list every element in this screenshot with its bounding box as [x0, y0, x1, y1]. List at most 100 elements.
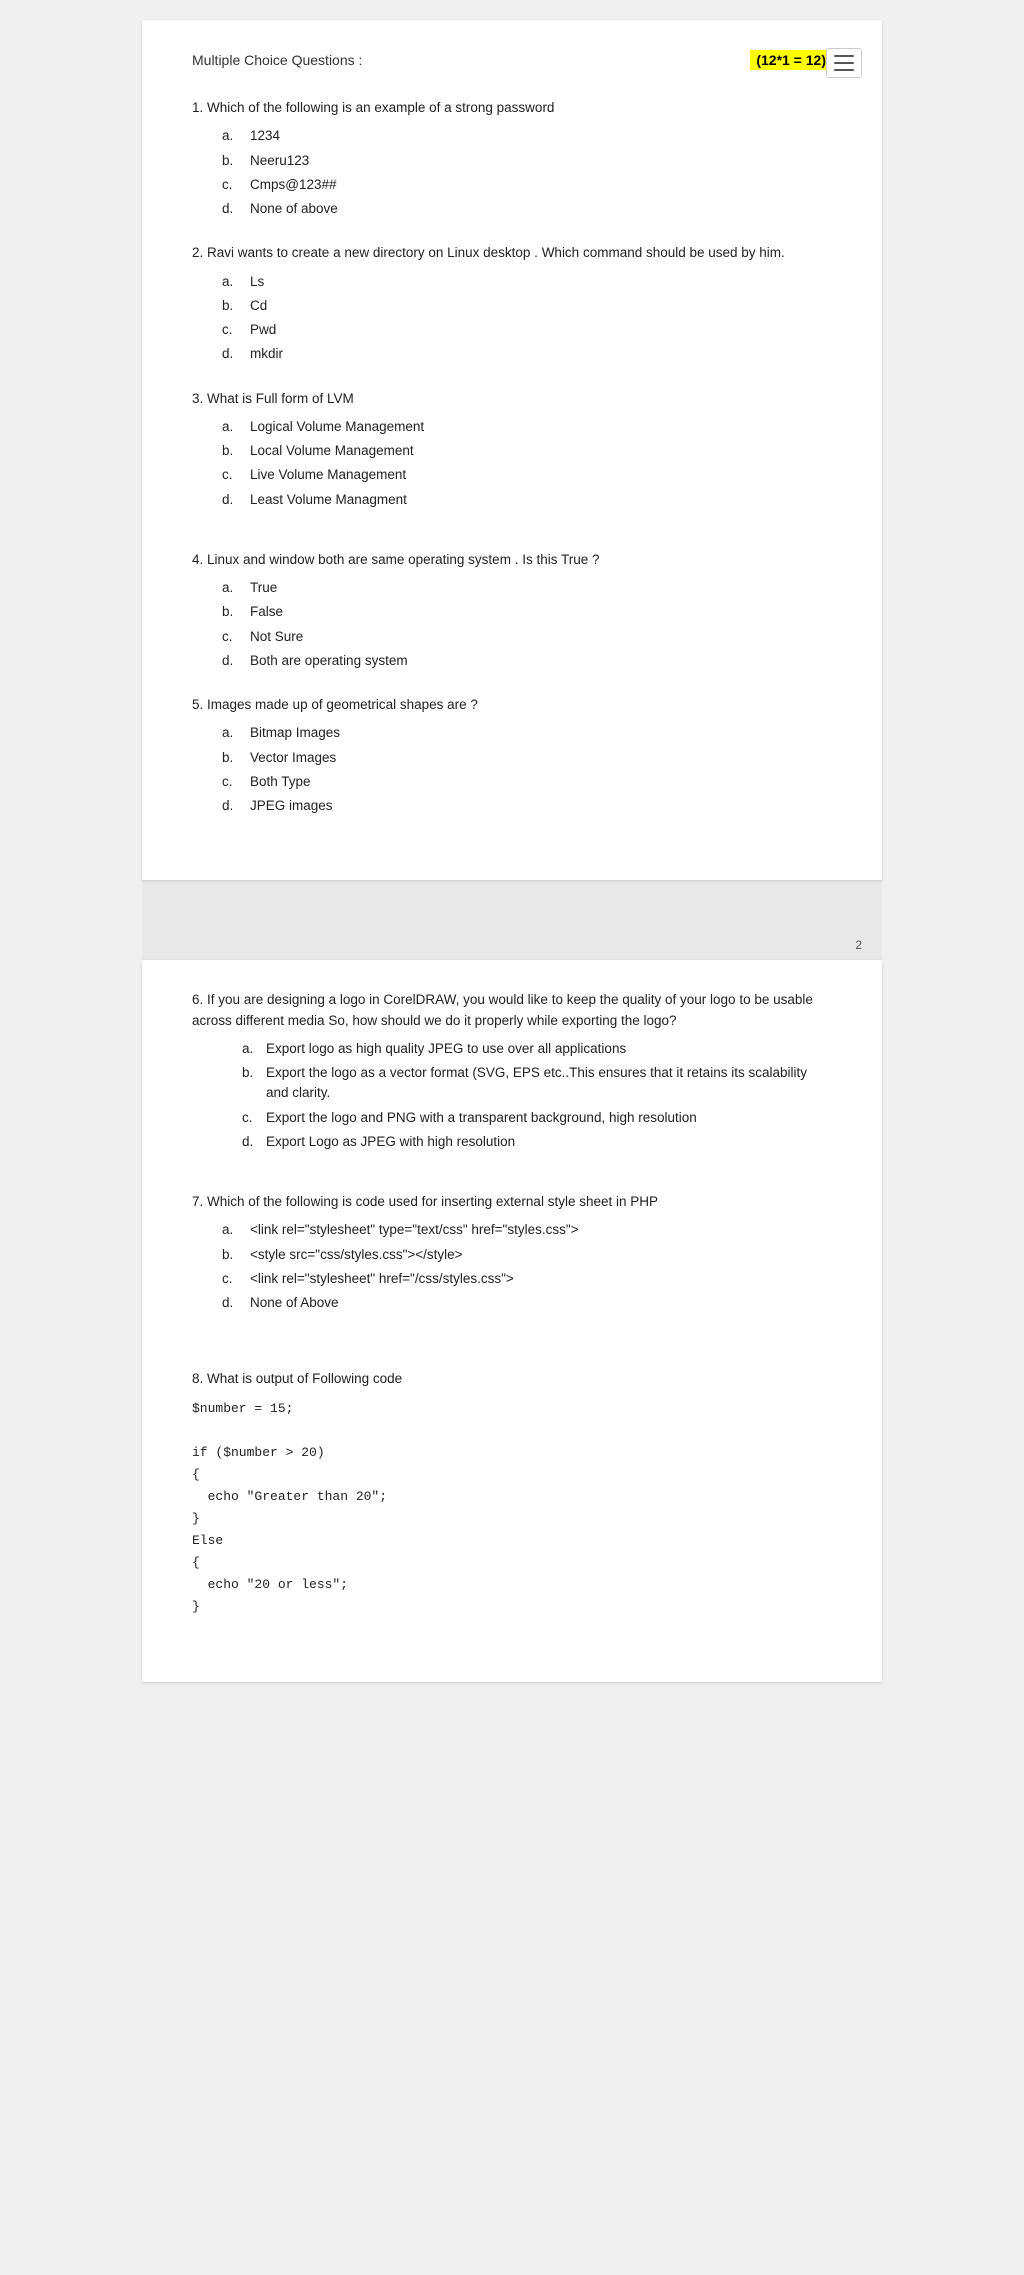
question-4-options: a. True b. False c. Not Sure d. Both are…: [192, 578, 832, 671]
option-text: mkdir: [250, 344, 283, 364]
question-5-text: 5. Images made up of geometrical shapes …: [192, 695, 832, 715]
question-3: 3. What is Full form of LVM a. Logical V…: [192, 389, 832, 510]
question-3-text: 3. What is Full form of LVM: [192, 389, 832, 409]
option-text: Logical Volume Management: [250, 417, 424, 437]
option-label: b.: [242, 1063, 258, 1104]
option-text: Neeru123: [250, 151, 309, 171]
option-label: a.: [222, 417, 238, 437]
question-5-options: a. Bitmap Images b. Vector Images c. Bot…: [192, 723, 832, 816]
page-1: Multiple Choice Questions : (12*1 = 12) …: [142, 20, 882, 880]
option-label: a.: [222, 578, 238, 598]
list-item: d. None of Above: [222, 1293, 832, 1313]
list-item: a. Export logo as high quality JPEG to u…: [242, 1039, 832, 1059]
question-4-text: 4. Linux and window both are same operat…: [192, 550, 832, 570]
list-item: c. Both Type: [222, 772, 832, 792]
question-1-number: 1.: [192, 100, 207, 115]
question-4-number: 4.: [192, 552, 207, 567]
question-8: 8. What is output of Following code $num…: [192, 1369, 832, 1618]
question-1: 1. Which of the following is an example …: [192, 98, 832, 219]
option-label: c.: [222, 465, 238, 485]
option-text: Least Volume Managment: [250, 490, 407, 510]
option-label: b.: [222, 748, 238, 768]
list-item: d. JPEG images: [222, 796, 832, 816]
list-item: d. Least Volume Managment: [222, 490, 832, 510]
list-item: b. Vector Images: [222, 748, 832, 768]
option-label: b.: [222, 602, 238, 622]
question-5-number: 5.: [192, 697, 207, 712]
list-item: c. <link rel="stylesheet" href="/css/sty…: [222, 1269, 832, 1289]
question-2-text: 2. Ravi wants to create a new directory …: [192, 243, 832, 263]
option-label: b.: [222, 441, 238, 461]
list-item: b. Export the logo as a vector format (S…: [242, 1063, 832, 1104]
option-label: b.: [222, 151, 238, 171]
option-label: d.: [222, 199, 238, 219]
option-text: True: [250, 578, 277, 598]
option-text: <style src="css/styles.css"></style>: [250, 1245, 463, 1265]
question-7-text: 7. Which of the following is code used f…: [192, 1192, 832, 1212]
option-label: c.: [222, 175, 238, 195]
option-text: <link rel="stylesheet" href="/css/styles…: [250, 1269, 514, 1289]
question-7: 7. Which of the following is code used f…: [192, 1192, 832, 1313]
option-label: c.: [222, 1269, 238, 1289]
list-item: a. <link rel="stylesheet" type="text/css…: [222, 1220, 832, 1240]
question-6: 6. If you are designing a logo in CorelD…: [192, 990, 832, 1152]
list-item: d. Export Logo as JPEG with high resolut…: [242, 1132, 832, 1152]
list-item: d. Both are operating system: [222, 651, 832, 671]
option-label: d.: [222, 651, 238, 671]
list-item: c. Live Volume Management: [222, 465, 832, 485]
question-3-number: 3.: [192, 391, 207, 406]
list-item: a. True: [222, 578, 832, 598]
option-text: Export Logo as JPEG with high resolution: [266, 1132, 515, 1152]
option-label: d.: [222, 490, 238, 510]
option-text: Vector Images: [250, 748, 336, 768]
option-text: Export the logo and PNG with a transpare…: [266, 1108, 697, 1128]
option-label: c.: [222, 627, 238, 647]
list-item: c. Export the logo and PNG with a transp…: [242, 1108, 832, 1128]
question-2-options: a. Ls b. Cd c. Pwd d. mkdir: [192, 272, 832, 365]
option-text: Both Type: [250, 772, 311, 792]
option-label: c.: [222, 320, 238, 340]
list-item: b. <style src="css/styles.css"></style>: [222, 1245, 832, 1265]
option-text: Not Sure: [250, 627, 303, 647]
list-item: a. 1234: [222, 126, 832, 146]
list-item: b. Cd: [222, 296, 832, 316]
option-text: Export logo as high quality JPEG to use …: [266, 1039, 626, 1059]
list-item: b. False: [222, 602, 832, 622]
option-text: JPEG images: [250, 796, 333, 816]
option-text: Cmps@123##: [250, 175, 337, 195]
option-label: a.: [222, 272, 238, 292]
list-item: c. Not Sure: [222, 627, 832, 647]
question-4: 4. Linux and window both are same operat…: [192, 550, 832, 671]
question-6-number: 6.: [192, 992, 207, 1007]
question-8-code: $number = 15; if ($number > 20) { echo "…: [192, 1398, 832, 1619]
list-item: a. Bitmap Images: [222, 723, 832, 743]
option-text: 1234: [250, 126, 280, 146]
header-title: Multiple Choice Questions :: [192, 52, 362, 68]
option-label: d.: [222, 1293, 238, 1313]
option-text: Export the logo as a vector format (SVG,…: [266, 1063, 832, 1104]
hamburger-line-2: [834, 62, 854, 64]
question-2-number: 2.: [192, 245, 207, 260]
list-item: c. Cmps@123##: [222, 175, 832, 195]
hamburger-line-1: [834, 55, 854, 57]
question-7-number: 7.: [192, 1194, 207, 1209]
list-item: a. Ls: [222, 272, 832, 292]
option-label: d.: [242, 1132, 258, 1152]
question-8-number: 8.: [192, 1371, 207, 1386]
option-label: a.: [222, 1220, 238, 1240]
list-item: a. Logical Volume Management: [222, 417, 832, 437]
question-1-options: a. 1234 b. Neeru123 c. Cmps@123## d. Non…: [192, 126, 832, 219]
question-2: 2. Ravi wants to create a new directory …: [192, 243, 832, 364]
menu-button[interactable]: [826, 48, 862, 78]
option-text: Live Volume Management: [250, 465, 406, 485]
list-item: b. Neeru123: [222, 151, 832, 171]
list-item: c. Pwd: [222, 320, 832, 340]
option-text: Local Volume Management: [250, 441, 414, 461]
page-break: 2: [142, 880, 882, 960]
option-text: None of Above: [250, 1293, 339, 1313]
question-3-options: a. Logical Volume Management b. Local Vo…: [192, 417, 832, 510]
question-6-text: 6. If you are designing a logo in CorelD…: [192, 990, 832, 1031]
option-label: a.: [222, 126, 238, 146]
question-6-options: a. Export logo as high quality JPEG to u…: [192, 1039, 832, 1152]
page-header: Multiple Choice Questions : (12*1 = 12): [192, 50, 832, 70]
